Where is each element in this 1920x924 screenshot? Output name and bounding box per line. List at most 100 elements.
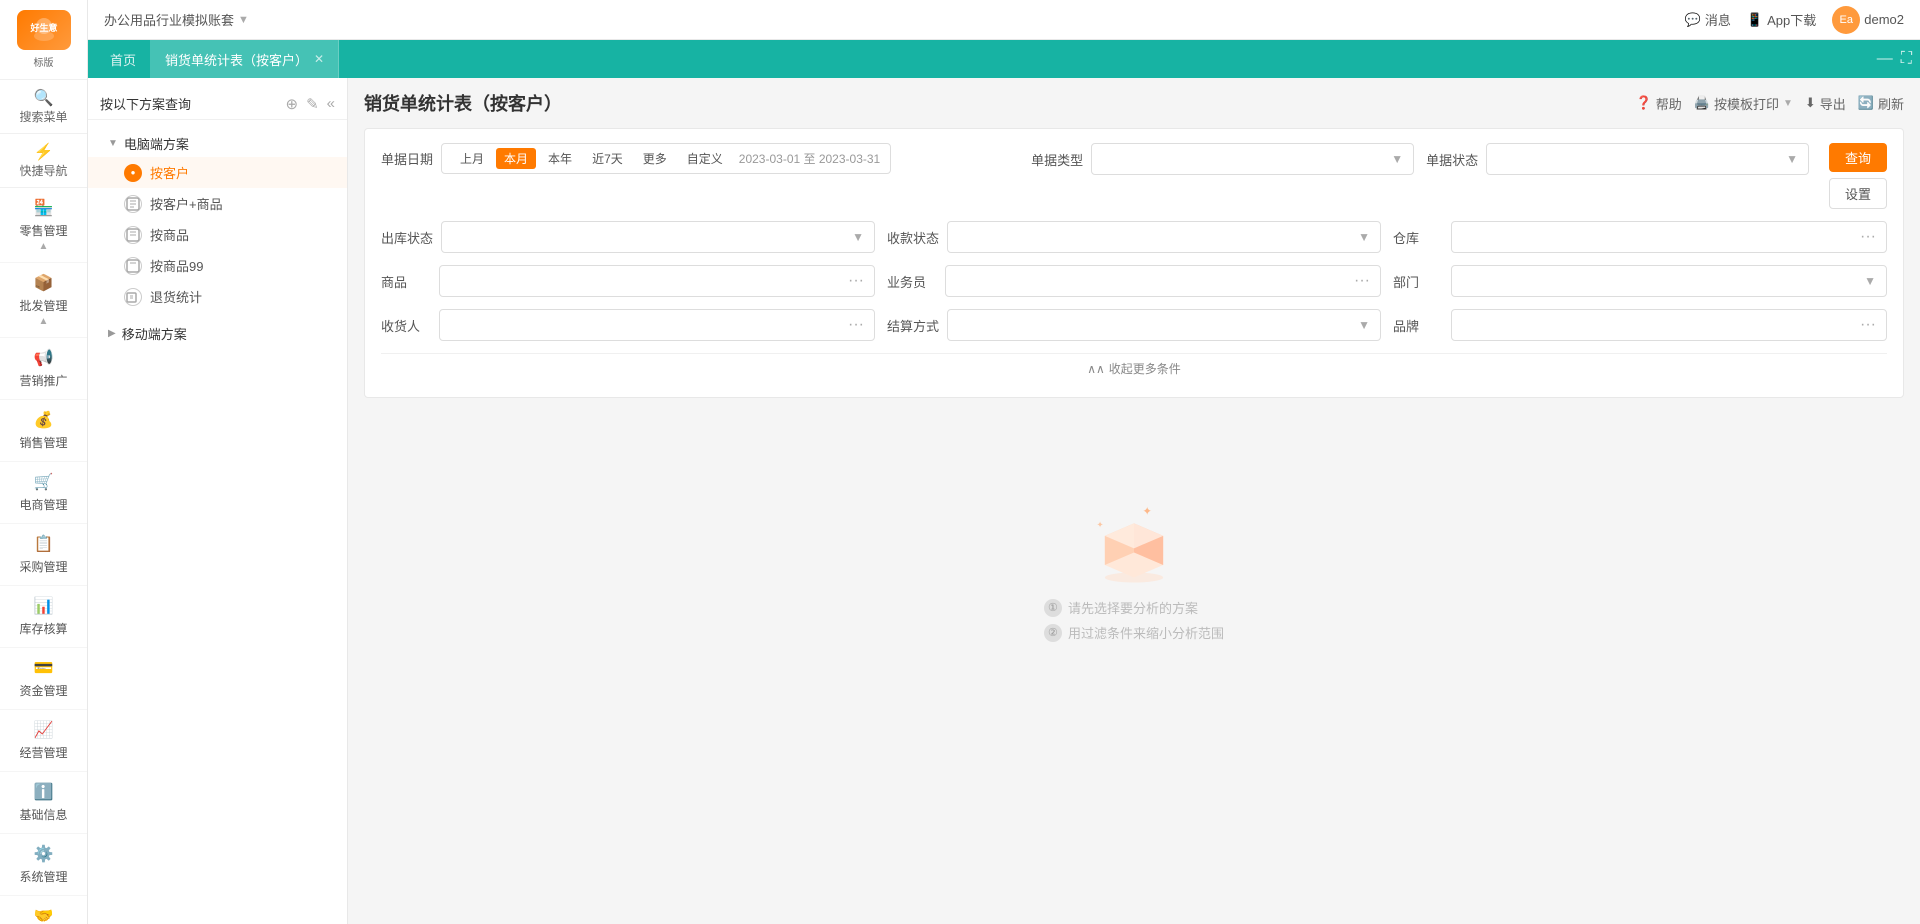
sidebar-item-marketing[interactable]: 📢 营销推广 [0, 338, 87, 400]
schema-by-product-99[interactable]: 按商品99 [88, 250, 347, 281]
filter-area: 单据日期 上月 本月 本年 近7天 更多 自定义 2023-03-01 至 20… [364, 128, 1904, 398]
dropdown-arrow-icon: ▼ [238, 14, 249, 26]
tab-home[interactable]: 首页 [96, 40, 151, 78]
brand-item: 品牌 ··· [1393, 309, 1887, 341]
sidebar-item-enterprise[interactable]: 🤝 企业协同 [0, 896, 87, 924]
doc-status-select[interactable]: ▼ [1486, 143, 1809, 175]
industry-selector[interactable]: 办公用品行业模拟账套 ▼ [104, 10, 249, 29]
page-title-bar: 销货单统计表（按客户） ❓ 帮助 🖨️ 按模板打印 ▼ ⬇ 导出 [364, 90, 1904, 116]
query-button[interactable]: 查询 [1829, 143, 1887, 172]
consignee-select[interactable]: ··· [439, 309, 875, 341]
help-button[interactable]: ❓ 帮助 [1636, 94, 1682, 113]
export-button[interactable]: ⬇ 导出 [1805, 94, 1846, 113]
enterprise-icon: 🤝 [34, 906, 54, 924]
sidebar-item-finance[interactable]: 💳 资金管理 [0, 648, 87, 710]
pc-section-toggle[interactable]: ▼ 电脑端方案 [88, 130, 347, 157]
date-btn-more[interactable]: 更多 [635, 148, 675, 169]
payment-method-select[interactable]: ▼ [947, 309, 1381, 341]
sidebar-item-purchase[interactable]: 📋 采购管理 [0, 524, 87, 586]
mobile-section-toggle[interactable]: ▶ 移动端方案 [88, 320, 347, 347]
add-schema-button[interactable]: ⊕ [286, 95, 299, 113]
warehouse-select[interactable]: ··· [1451, 221, 1887, 253]
pc-schema-items: ● 按客户 按客户+商品 按商品 [88, 157, 347, 312]
schema-item-icon: ● [124, 164, 142, 182]
settings-button[interactable]: 设置 [1829, 178, 1887, 209]
print-button[interactable]: 🖨️ 按模板打印 ▼ [1694, 94, 1793, 113]
consignee-item: 收货人 ··· [381, 309, 875, 341]
receipt-status-item: 收款状态 ▼ [887, 221, 1381, 253]
section-arrow-icon: ▼ [108, 138, 118, 149]
payment-method-label: 结算方式 [887, 316, 939, 335]
doc-type-select[interactable]: ▼ [1091, 143, 1414, 175]
out-status-select[interactable]: ▼ [441, 221, 875, 253]
right-panel: 销货单统计表（按客户） ❓ 帮助 🖨️ 按模板打印 ▼ ⬇ 导出 [348, 78, 1920, 924]
finance-icon: 💳 [34, 658, 54, 678]
date-btn-this-month[interactable]: 本月 [496, 148, 536, 169]
tab-maximize-icon[interactable]: ⛶ [1901, 50, 1912, 68]
salesperson-select[interactable]: ··· [945, 265, 1381, 297]
product-label: 商品 [381, 272, 431, 291]
product-item: 商品 ··· [381, 265, 875, 297]
docstatus-dropdown-icon: ▼ [1786, 152, 1798, 166]
edit-schema-button[interactable]: ✎ [306, 95, 319, 113]
tab-sales-stats[interactable]: 销货单统计表（按客户） ✕ [151, 40, 339, 78]
date-btn-custom[interactable]: 自定义 [679, 148, 731, 169]
tab-minimize-icon[interactable]: — [1877, 50, 1893, 68]
empty-hint: ① 请先选择要分析的方案 ② 用过滤条件来缩小分析范围 [1044, 598, 1224, 642]
sidebar-item-sales[interactable]: 💰 销售管理 [0, 400, 87, 462]
sidebar-item-operations[interactable]: 📈 经营管理 [0, 710, 87, 772]
collapse-panel-button[interactable]: « [327, 95, 335, 112]
schema-return-stats[interactable]: 退货统计 [88, 281, 347, 312]
sidebar-item-inventory[interactable]: 📊 库存核算 [0, 586, 87, 648]
product-select[interactable]: ··· [439, 265, 875, 297]
search-menu[interactable]: 🔍 搜索菜单 [0, 80, 87, 134]
sidebar-item-ecommerce[interactable]: 🛒 电商管理 [0, 462, 87, 524]
product-ellipsis-icon: ··· [848, 272, 864, 290]
refresh-button[interactable]: 🔄 刷新 [1858, 94, 1904, 113]
app-download-button[interactable]: 📱 App下载 [1747, 10, 1816, 29]
department-select[interactable]: ▼ [1451, 265, 1887, 297]
salesperson-item: 业务员 ··· [887, 265, 1381, 297]
system-icon: ⚙️ [34, 844, 54, 864]
sidebar-item-basic[interactable]: ℹ️ 基础信息 [0, 772, 87, 834]
tab-close-icon[interactable]: ✕ [314, 52, 324, 66]
user-profile[interactable]: Ea demo2 [1832, 6, 1904, 34]
sidebar-item-wholesale[interactable]: 📦 批发管理 ▲ [0, 263, 87, 338]
mobile-schema-section: ▶ 移动端方案 [88, 316, 347, 351]
collapse-button[interactable]: ∧∧ 收起更多条件 [1087, 360, 1181, 377]
sidebar-menu: 🏪 零售管理 ▲ 📦 批发管理 ▲ 📢 营销推广 💰 销售管理 🛒 电商管理 📋… [0, 188, 87, 924]
collapse-row: ∧∧ 收起更多条件 [381, 353, 1887, 383]
date-btn-7days[interactable]: 近7天 [584, 148, 631, 169]
sidebar-item-system[interactable]: ⚙️ 系统管理 [0, 834, 87, 896]
date-filter[interactable]: 上月 本月 本年 近7天 更多 自定义 2023-03-01 至 2023-03… [441, 143, 891, 174]
schema-by-customer-product[interactable]: 按客户+商品 [88, 188, 347, 219]
dept-dropdown-icon: ▼ [1864, 274, 1876, 288]
out-status-label: 出库状态 [381, 228, 433, 247]
schema-by-product[interactable]: 按商品 [88, 219, 347, 250]
avatar: Ea [1832, 6, 1860, 34]
receipt-status-select[interactable]: ▼ [947, 221, 1381, 253]
schema-by-customer[interactable]: ● 按客户 [88, 157, 347, 188]
basic-icon: ℹ️ [34, 782, 54, 802]
expand-icon: ▲ [39, 316, 49, 327]
quick-nav[interactable]: ⚡ 快捷导航 [0, 134, 87, 188]
doctype-dropdown-icon: ▼ [1391, 152, 1403, 166]
schema-item-icon [124, 226, 142, 244]
page-actions: ❓ 帮助 🖨️ 按模板打印 ▼ ⬇ 导出 🔄 刷新 [1636, 94, 1904, 113]
warehouse-ellipsis-icon: ··· [1860, 228, 1876, 246]
export-icon: ⬇ [1805, 95, 1816, 111]
sidebar-item-retail[interactable]: 🏪 零售管理 ▲ [0, 188, 87, 263]
payment-dropdown-icon: ▼ [1358, 318, 1370, 332]
date-btn-this-year[interactable]: 本年 [540, 148, 580, 169]
hint-num-2: ② [1044, 624, 1062, 642]
tab-bar: 首页 销货单统计表（按客户） ✕ — ⛶ [88, 40, 1920, 78]
mobile-section-label: 移动端方案 [122, 324, 187, 343]
filter-row-4: 收货人 ··· 结算方式 ▼ 品牌 [381, 309, 1887, 341]
refresh-icon: 🔄 [1858, 95, 1874, 111]
sidebar: 好生意 标版 🔍 搜索菜单 ⚡ 快捷导航 🏪 零售管理 ▲ 📦 批发管理 ▲ 📢… [0, 0, 88, 924]
marketing-icon: 📢 [34, 348, 54, 368]
logo-icon: 好生意 [17, 10, 71, 50]
brand-select[interactable]: ··· [1451, 309, 1887, 341]
date-btn-last-month[interactable]: 上月 [452, 148, 492, 169]
messages-button[interactable]: 💬 消息 [1685, 10, 1731, 29]
